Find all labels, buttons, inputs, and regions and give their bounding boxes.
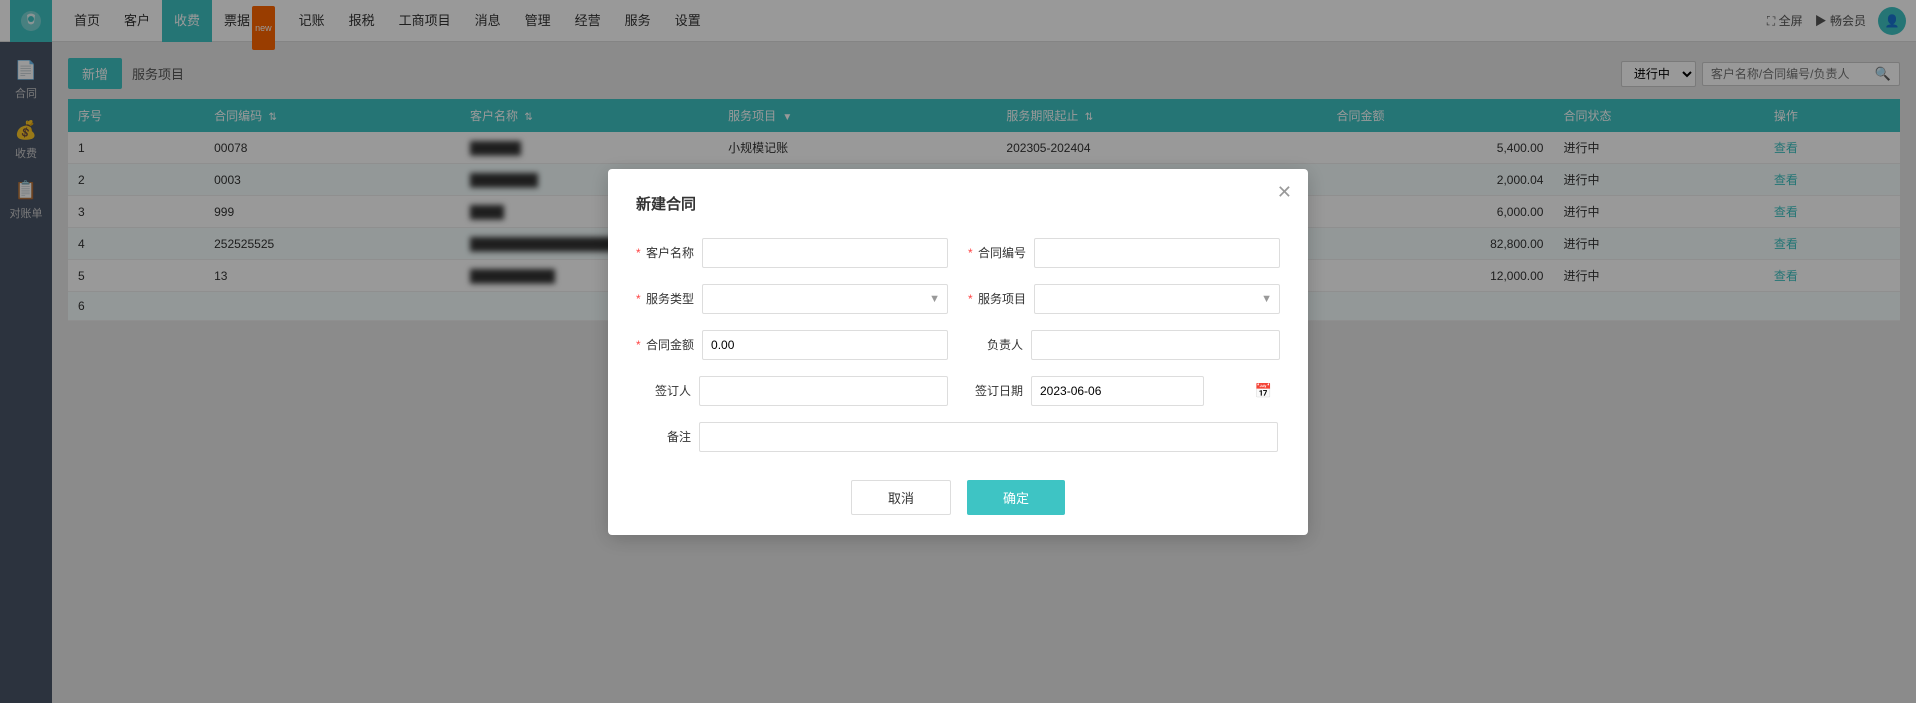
service-type-label: 服务类型: [636, 290, 694, 307]
modal-overlay: 新建合同 ✕ 客户名称 合同编号 服务类型 ▼ 服务项目: [0, 0, 1916, 703]
sign-date-wrap: 📅: [1031, 376, 1280, 406]
form-group-service-type: 服务类型 ▼: [636, 284, 948, 314]
form-group-service-item: 服务项目 ▼: [968, 284, 1280, 314]
form-row-3: 合同金额 负责人: [636, 330, 1280, 360]
responsible-label: 负责人: [968, 336, 1023, 353]
contract-no-input[interactable]: [1034, 238, 1280, 268]
service-type-select[interactable]: [702, 284, 948, 314]
signer-label: 签订人: [636, 382, 691, 399]
form-row-2: 服务类型 ▼ 服务项目 ▼: [636, 284, 1280, 314]
signer-input[interactable]: [699, 376, 948, 406]
dialog-title: 新建合同: [636, 193, 1280, 214]
form-row-1: 客户名称 合同编号: [636, 238, 1280, 268]
dialog-footer: 取消 确定: [636, 480, 1280, 515]
customer-name-input[interactable]: [702, 238, 948, 268]
form-group-sign-date: 签订日期 📅: [968, 376, 1280, 406]
service-item-select-wrap: ▼: [1034, 284, 1280, 314]
cancel-button[interactable]: 取消: [851, 480, 951, 515]
form-group-signer: 签订人: [636, 376, 948, 406]
sign-date-input[interactable]: [1031, 376, 1204, 406]
service-item-select[interactable]: [1034, 284, 1280, 314]
amount-label: 合同金额: [636, 336, 694, 353]
sign-date-label: 签订日期: [968, 382, 1023, 399]
form-group-remark: 备注: [636, 422, 1280, 452]
form-row-4: 签订人 签订日期 📅: [636, 376, 1280, 406]
remark-label: 备注: [636, 428, 691, 445]
customer-label: 客户名称: [636, 244, 694, 261]
confirm-button[interactable]: 确定: [967, 480, 1065, 515]
remark-input[interactable]: [699, 422, 1278, 452]
service-type-select-wrap: ▼: [702, 284, 948, 314]
form-row-5: 备注: [636, 422, 1280, 452]
form-group-responsible: 负责人: [968, 330, 1280, 360]
form-group-amount: 合同金额: [636, 330, 948, 360]
new-contract-dialog: 新建合同 ✕ 客户名称 合同编号 服务类型 ▼ 服务项目: [608, 169, 1308, 535]
form-group-contract-no: 合同编号: [968, 238, 1280, 268]
dialog-close-button[interactable]: ✕: [1277, 183, 1292, 201]
amount-input[interactable]: [702, 330, 948, 360]
contract-no-label: 合同编号: [968, 244, 1026, 261]
calendar-icon: 📅: [1255, 382, 1272, 399]
responsible-input[interactable]: [1031, 330, 1280, 360]
form-group-customer: 客户名称: [636, 238, 948, 268]
service-item-label: 服务项目: [968, 290, 1026, 307]
